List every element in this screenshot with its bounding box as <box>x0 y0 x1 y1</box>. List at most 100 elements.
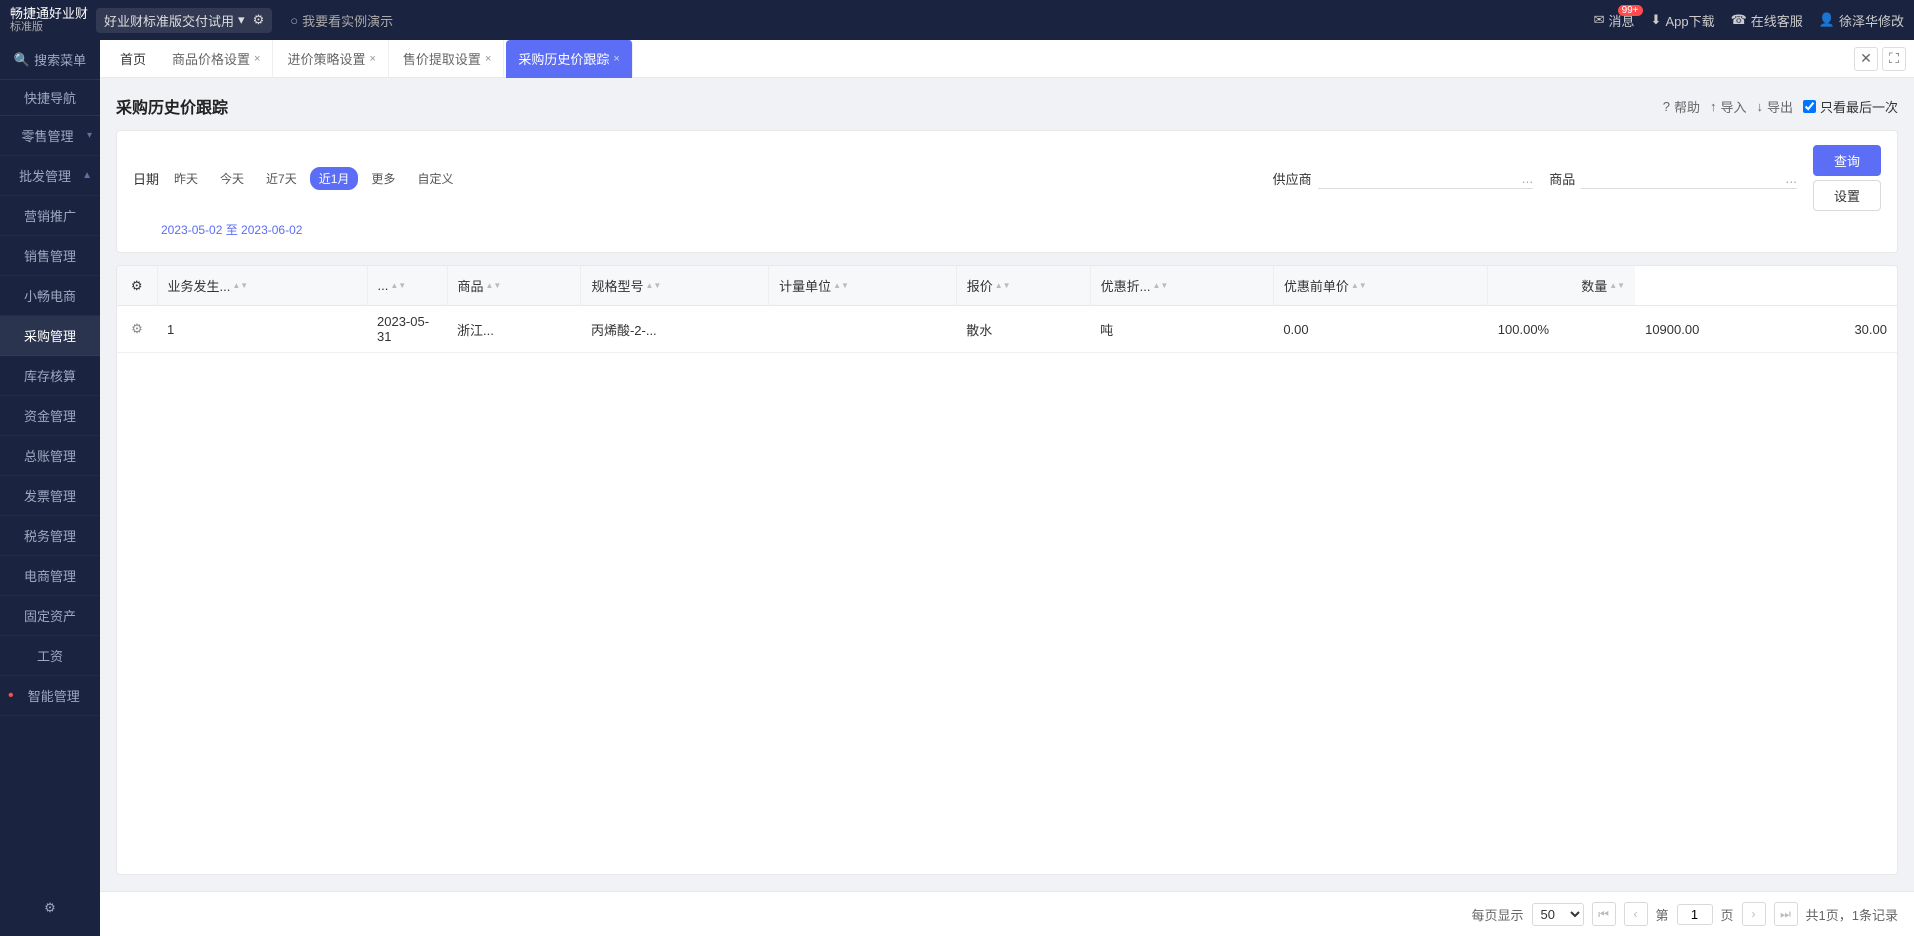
row-index: 1 <box>157 306 367 353</box>
date-btn-today[interactable]: 今天 <box>211 167 253 190</box>
th-quantity: 数量 ▲▼ <box>1488 266 1635 306</box>
demo-link[interactable]: ○ 我要看实例演示 <box>290 11 393 30</box>
date-btn-7days[interactable]: 近7天 <box>257 167 306 190</box>
sort-spec[interactable]: 规格型号 ▲▼ <box>591 276 758 295</box>
page-size-select[interactable]: 50 100 200 <box>1532 903 1584 926</box>
column-settings-icon[interactable]: ⚙ <box>131 278 143 293</box>
sidebar-item-finance[interactable]: 资金管理 <box>0 396 100 436</box>
sidebar-search[interactable]: 🔍 搜索菜单 <box>0 40 100 80</box>
user-btn[interactable]: 👤 徐泽华修改 <box>1819 11 1904 30</box>
date-btn-more[interactable]: 更多 <box>362 167 404 190</box>
sort-icon: ▲▼ <box>486 281 502 290</box>
sidebar-item-sales[interactable]: 销售管理 <box>0 236 100 276</box>
sidebar-item-ecommerce[interactable]: 电商管理 <box>0 556 100 596</box>
row-gear[interactable]: ⚙ <box>117 306 157 353</box>
row-pre-discount-price: 10900.00 <box>1635 306 1788 353</box>
page-actions: ? 帮助 ↑ 导入 ↓ 导出 只看最后一次 <box>1663 97 1898 116</box>
sort-icon: ▲▼ <box>232 281 248 290</box>
page-input[interactable] <box>1677 904 1713 925</box>
next-page-btn[interactable]: › <box>1742 902 1766 926</box>
sort-unit[interactable]: 计量单位 ▲▼ <box>779 276 946 295</box>
date-range-row: 2023-05-02 至 2023-06-02 <box>133 221 1881 238</box>
sidebar-item-purchase[interactable]: 采购管理 <box>0 316 100 356</box>
sidebar-item-salary[interactable]: 工资 <box>0 636 100 676</box>
filter-settings-btn[interactable]: 设置 <box>1813 180 1881 211</box>
sidebar-item-marketing[interactable]: 营销推广 <box>0 196 100 236</box>
sort-price[interactable]: 报价 ▲▼ <box>967 276 1080 295</box>
sidebar-item-tax[interactable]: 税务管理 <box>0 516 100 556</box>
sort-discount[interactable]: 优惠折... ▲▼ <box>1101 276 1263 295</box>
sidebar-settings-btn[interactable]: ⚙ <box>0 890 100 926</box>
only-last-input[interactable] <box>1803 100 1816 113</box>
sidebar-item-ecommerce-small[interactable]: 小畅电商 <box>0 276 100 316</box>
supplier-input[interactable] <box>1318 170 1518 185</box>
sort-pre-discount[interactable]: 优惠前单价 ▲▼ <box>1284 276 1477 295</box>
row-unit: 散水 <box>956 306 1090 353</box>
message-btn[interactable]: ✉ 消息 99+ <box>1594 11 1635 30</box>
settings-icon: ⚙ <box>253 12 265 28</box>
first-page-btn[interactable]: ⏮ <box>1592 902 1616 926</box>
tab-close-icon[interactable]: × <box>369 53 375 65</box>
row-extra: 浙江... <box>447 306 581 353</box>
only-last-checkbox[interactable]: 只看最后一次 <box>1803 97 1898 116</box>
user-icon: 👤 <box>1819 12 1835 28</box>
goods-dots[interactable]: ... <box>1785 170 1797 186</box>
date-btn-yesterday[interactable]: 昨天 <box>165 167 207 190</box>
product-selector[interactable]: 好业财标准版交付试用 ▾ ⚙ <box>96 8 272 33</box>
online-service-btn[interactable]: ☎ 在线客服 <box>1731 11 1803 30</box>
th-unit: 计量单位 ▲▼ <box>769 266 957 306</box>
chevron-icon: ▲ <box>82 170 92 181</box>
help-btn[interactable]: ? 帮助 <box>1663 97 1700 116</box>
tab-price-extract[interactable]: 售价提取设置 × <box>391 40 504 78</box>
sidebar-item-invoice[interactable]: 发票管理 <box>0 476 100 516</box>
row-spec <box>769 306 957 353</box>
tab-home[interactable]: 首页 <box>108 40 158 78</box>
tab-close-icon[interactable]: × <box>254 53 260 65</box>
tab-close-icon[interactable]: × <box>485 53 491 65</box>
message-icon: ✉ <box>1594 12 1605 28</box>
main-layout: 🔍 搜索菜单 快捷导航 零售管理 ▾ 批发管理 ▲ 营销推广 销售管理 小畅电商… <box>0 40 1914 936</box>
sort-icon: ▲▼ <box>645 281 661 290</box>
sort-goods[interactable]: 商品 ▲▼ <box>458 276 571 295</box>
sort-date[interactable]: 业务发生... ▲▼ <box>168 276 357 295</box>
prev-page-btn[interactable]: ‹ <box>1624 902 1648 926</box>
data-table: ⚙ 业务发生... ▲▼ ... <box>117 266 1897 353</box>
close-tab-btn[interactable]: ✕ <box>1854 47 1878 71</box>
topbar-left: 畅捷通好业财 标准版 好业财标准版交付试用 ▾ ⚙ ○ 我要看实例演示 <box>10 6 393 35</box>
sidebar: 🔍 搜索菜单 快捷导航 零售管理 ▾ 批发管理 ▲ 营销推广 销售管理 小畅电商… <box>0 40 100 936</box>
supplier-dots[interactable]: ... <box>1522 170 1534 186</box>
tabbar: 首页 商品价格设置 × 进价策略设置 × 售价提取设置 × 采购历史价跟踪 × … <box>100 40 1914 78</box>
tab-purchase-history[interactable]: 采购历史价跟踪 × <box>506 40 632 78</box>
sort-icon: ▲▼ <box>1153 281 1169 290</box>
date-btn-1month[interactable]: 近1月 <box>310 167 359 190</box>
sidebar-item-fixed-assets[interactable]: 固定资产 <box>0 596 100 636</box>
th-spec: 规格型号 ▲▼ <box>581 266 769 306</box>
last-page-btn[interactable]: ⏭ <box>1774 902 1798 926</box>
page-title: 采购历史价跟踪 <box>116 94 228 118</box>
date-range-display: 2023-05-02 至 2023-06-02 <box>161 223 302 237</box>
content-area: 首页 商品价格设置 × 进价策略设置 × 售价提取设置 × 采购历史价跟踪 × … <box>100 40 1914 936</box>
export-icon: ↓ <box>1756 99 1763 114</box>
sidebar-item-general-ledger[interactable]: 总账管理 <box>0 436 100 476</box>
play-icon: ○ <box>290 13 298 28</box>
tab-purchase-strategy[interactable]: 进价策略设置 × <box>275 40 388 78</box>
goods-input[interactable] <box>1581 170 1781 185</box>
tab-close-icon[interactable]: × <box>613 53 619 65</box>
import-btn[interactable]: ↑ 导入 <box>1710 97 1747 116</box>
date-btn-custom[interactable]: 自定义 <box>408 167 462 190</box>
query-button[interactable]: 查询 <box>1813 145 1881 176</box>
sort-extra[interactable]: ... ▲▼ <box>378 278 437 293</box>
app-download-btn[interactable]: ⬇ App下载 <box>1651 11 1715 30</box>
tab-goods-price[interactable]: 商品价格设置 × <box>160 40 273 78</box>
sidebar-item-retail[interactable]: 零售管理 ▾ <box>0 116 100 156</box>
export-btn[interactable]: ↓ 导出 <box>1756 97 1793 116</box>
sort-quantity[interactable]: 数量 ▲▼ <box>1498 276 1625 295</box>
page-header: 采购历史价跟踪 ? 帮助 ↑ 导入 ↓ 导出 <box>116 94 1898 118</box>
sidebar-quick-nav[interactable]: 快捷导航 <box>0 80 100 116</box>
supplier-filter: 供应商 ... <box>1273 168 1534 189</box>
table-row: ⚙ 1 2023-05-31 浙江... 丙烯酸-2-... 散水 吨 0.00… <box>117 306 1897 353</box>
maximize-btn[interactable]: ⛶ <box>1882 47 1906 71</box>
sidebar-item-wholesale[interactable]: 批发管理 ▲ <box>0 156 100 196</box>
sidebar-item-inventory[interactable]: 库存核算 <box>0 356 100 396</box>
sidebar-item-smart[interactable]: • 智能管理 <box>0 676 100 716</box>
